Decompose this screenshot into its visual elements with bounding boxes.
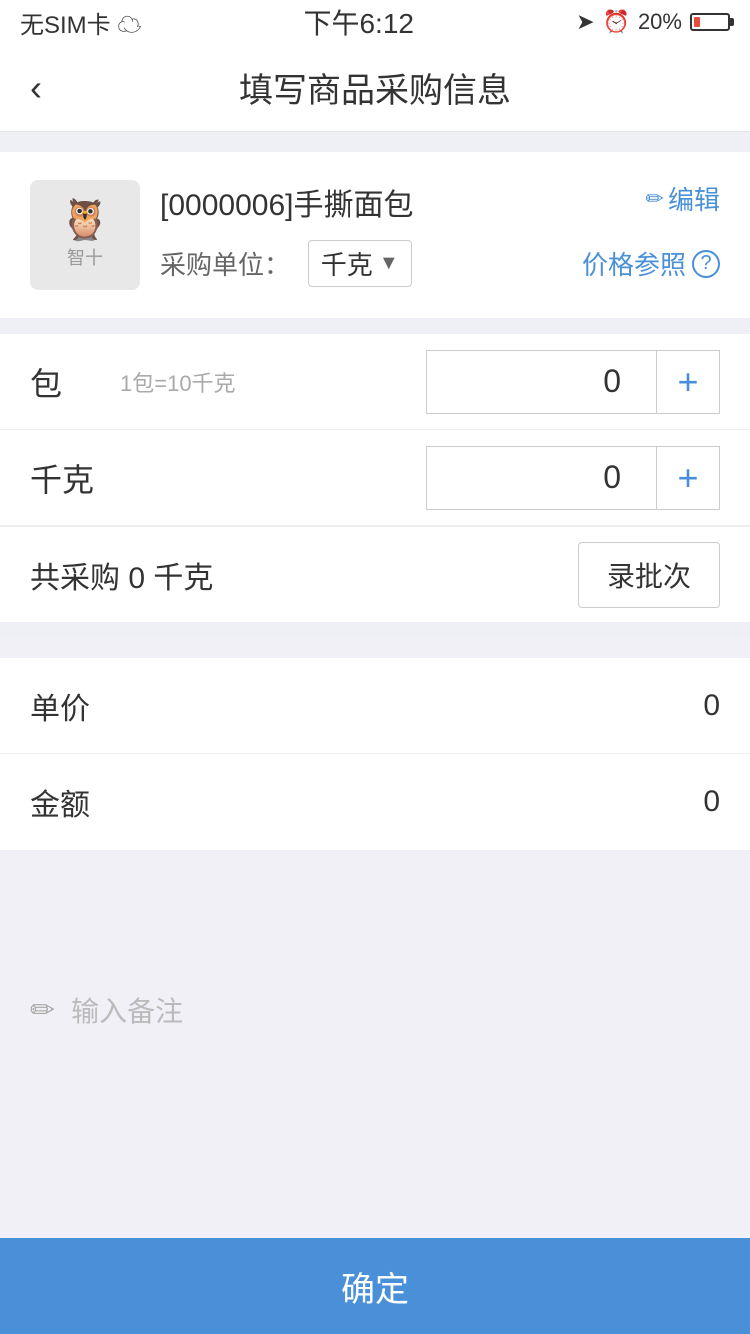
unit-value: 千克 — [321, 245, 373, 282]
bao-sublabel: 1包=10千克 — [120, 366, 236, 398]
bao-label: 包 — [30, 359, 110, 405]
kg-plus-button[interactable]: + — [656, 446, 720, 510]
kg-input-group: + — [426, 446, 720, 510]
kg-label: 千克 — [30, 455, 110, 501]
page-title: 填写商品采购信息 — [239, 63, 511, 112]
pencil-icon: ✏ — [30, 993, 55, 1028]
edit-button[interactable]: ✏ 编辑 — [646, 180, 720, 217]
amount-value: 0 — [703, 785, 720, 819]
amount-label: 金额 — [30, 780, 90, 824]
status-left: 无SIM卡 ☁ — [20, 5, 141, 40]
product-image-owl-icon: 🦉 — [60, 200, 110, 240]
alarm-icon: ⏰ — [603, 9, 630, 35]
unit-selector[interactable]: 千克 ▼ — [308, 240, 412, 287]
product-info: [0000006]手撕面包 ✏ 编辑 采购单位： 千克 ▼ 价格参照 ? — [160, 180, 720, 287]
product-card: 🦉 智十 [0000006]手撕面包 ✏ 编辑 采购单位： 千克 ▼ — [0, 152, 750, 318]
top-divider — [0, 132, 750, 152]
kg-quantity-input[interactable] — [426, 446, 656, 510]
bao-plus-button[interactable]: + — [656, 350, 720, 414]
batch-record-button[interactable]: 录批次 — [578, 542, 720, 608]
product-image-label: 智十 — [67, 244, 103, 270]
total-purchase-text: 共采购 0 千克 — [30, 553, 213, 597]
price-ref-label: 价格参照 — [582, 245, 686, 282]
product-unit-row: 采购单位： 千克 ▼ 价格参照 ? — [160, 240, 720, 287]
nav-bar: ‹ 填写商品采购信息 — [0, 44, 750, 132]
summary-row: 共采购 0 千克 录批次 — [0, 526, 750, 622]
remark-placeholder: 输入备注 — [71, 990, 183, 1030]
info-icon: ? — [692, 250, 720, 278]
unit-selector-group: 采购单位： 千克 ▼ — [160, 240, 412, 287]
status-time: 下午6:12 — [303, 2, 414, 42]
status-right: ➤ ⏰ 20% — [576, 9, 730, 35]
status-bar: 无SIM卡 ☁ 下午6:12 ➤ ⏰ 20% — [0, 0, 750, 44]
confirm-button[interactable]: 确定 — [0, 1238, 750, 1334]
battery-icon — [690, 13, 730, 31]
product-header: [0000006]手撕面包 ✏ 编辑 — [160, 180, 720, 224]
edit-icon: ✏ — [646, 186, 664, 212]
product-image: 🦉 智十 — [30, 180, 140, 290]
remark-section[interactable]: ✏ 输入备注 — [0, 850, 750, 1170]
main-content: 🦉 智十 [0000006]手撕面包 ✏ 编辑 采购单位： 千克 ▼ — [0, 132, 750, 1266]
edit-label: 编辑 — [668, 180, 720, 217]
section-divider-1 — [0, 318, 750, 334]
unit-price-label: 单价 — [30, 684, 90, 728]
bao-input-row: 包 1包=10千克 + — [0, 334, 750, 430]
battery-percent: 20% — [638, 9, 682, 35]
back-button[interactable]: ‹ — [30, 67, 42, 109]
unit-price-value: 0 — [703, 689, 720, 723]
product-name: [0000006]手撕面包 — [160, 180, 413, 224]
location-icon: ➤ — [576, 9, 594, 35]
amount-row: 金额 0 — [0, 754, 750, 850]
price-section: 单价 0 金额 0 — [0, 658, 750, 850]
input-section: 包 1包=10千克 + 千克 + 共采购 0 千克 录批次 — [0, 334, 750, 622]
unit-price-row: 单价 0 — [0, 658, 750, 754]
chevron-down-icon: ▼ — [379, 252, 399, 275]
sim-status: 无SIM卡 ☁ — [20, 5, 141, 40]
price-reference-button[interactable]: 价格参照 ? — [582, 245, 720, 282]
unit-label: 采购单位： — [160, 250, 290, 280]
section-divider-2 — [0, 622, 750, 638]
kg-input-row: 千克 + — [0, 430, 750, 526]
bao-input-group: + — [426, 350, 720, 414]
bao-quantity-input[interactable] — [426, 350, 656, 414]
